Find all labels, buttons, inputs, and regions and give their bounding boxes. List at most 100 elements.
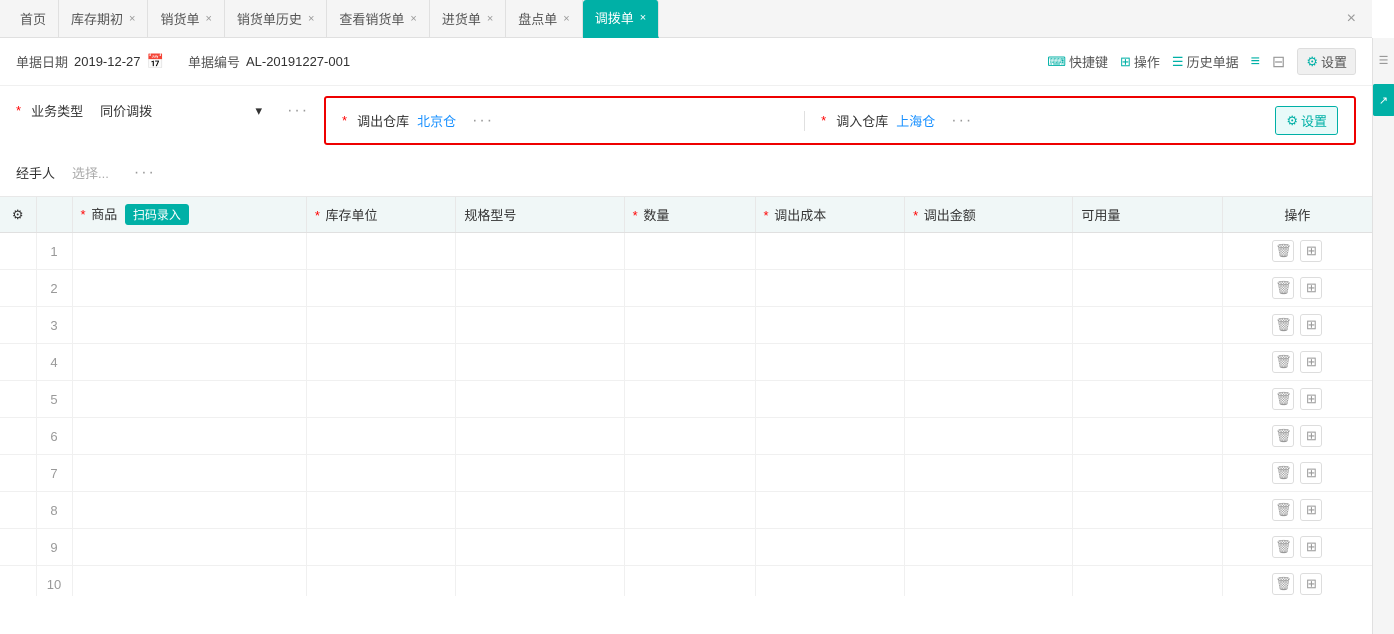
row-unit[interactable] <box>306 492 456 529</box>
row-delete-btn[interactable]: 🗑 <box>1272 240 1294 262</box>
row-spec[interactable] <box>456 529 624 566</box>
row-available[interactable] <box>1073 270 1223 307</box>
right-panel-list-btn[interactable]: ☰ <box>1374 46 1394 74</box>
row-amount[interactable] <box>905 344 1073 381</box>
row-cost[interactable] <box>755 233 905 270</box>
row-spec[interactable] <box>456 270 624 307</box>
row-qty[interactable] <box>624 566 755 597</box>
row-copy-btn[interactable]: ⊞ <box>1300 536 1322 558</box>
row-unit[interactable] <box>306 455 456 492</box>
row-delete-btn[interactable]: 🗑 <box>1272 277 1294 299</box>
scan-btn[interactable]: 扫码录入 <box>125 204 189 225</box>
row-product[interactable] <box>72 344 306 381</box>
row-copy-btn[interactable]: ⊞ <box>1300 425 1322 447</box>
settings-button[interactable]: ⚙ 设置 <box>1297 48 1356 75</box>
row-product[interactable] <box>72 233 306 270</box>
row-spec[interactable] <box>456 381 624 418</box>
row-product[interactable] <box>72 455 306 492</box>
row-product[interactable] <box>72 492 306 529</box>
row-qty[interactable] <box>624 418 755 455</box>
tab-view-sales-close[interactable]: × <box>410 13 416 25</box>
out-warehouse-more-btn[interactable]: ··· <box>472 112 494 130</box>
row-amount[interactable] <box>905 233 1073 270</box>
row-amount[interactable] <box>905 307 1073 344</box>
row-cost[interactable] <box>755 307 905 344</box>
row-spec[interactable] <box>456 344 624 381</box>
row-available[interactable] <box>1073 381 1223 418</box>
row-amount[interactable] <box>905 418 1073 455</box>
tab-purchase[interactable]: 进货单 × <box>430 0 506 38</box>
row-product[interactable] <box>72 270 306 307</box>
row-available[interactable] <box>1073 529 1223 566</box>
row-product[interactable] <box>72 418 306 455</box>
history-btn[interactable]: ☰ 历史单据 <box>1172 52 1239 71</box>
row-copy-btn[interactable]: ⊞ <box>1300 573 1322 595</box>
row-available[interactable] <box>1073 233 1223 270</box>
row-cost[interactable] <box>755 344 905 381</box>
right-panel-expand-btn[interactable]: ↗ <box>1373 84 1394 116</box>
row-unit[interactable] <box>306 233 456 270</box>
col-header-gear[interactable]: ⚙ <box>0 197 36 233</box>
row-cost[interactable] <box>755 270 905 307</box>
row-cost[interactable] <box>755 455 905 492</box>
row-qty[interactable] <box>624 270 755 307</box>
row-qty[interactable] <box>624 344 755 381</box>
row-copy-btn[interactable]: ⊞ <box>1300 277 1322 299</box>
row-delete-btn[interactable]: 🗑 <box>1272 499 1294 521</box>
warehouse-settings-button[interactable]: ⚙ 设置 <box>1275 106 1338 135</box>
row-product[interactable] <box>72 529 306 566</box>
row-delete-btn[interactable]: 🗑 <box>1272 314 1294 336</box>
window-close-button[interactable]: × <box>1339 10 1364 28</box>
row-delete-btn[interactable]: 🗑 <box>1272 536 1294 558</box>
row-available[interactable] <box>1073 307 1223 344</box>
row-product[interactable] <box>72 307 306 344</box>
tab-sales-history-close[interactable]: × <box>308 13 314 25</box>
row-cost[interactable] <box>755 492 905 529</box>
layout1-btn[interactable]: ≡ <box>1251 53 1260 71</box>
tab-view-sales[interactable]: 查看销货单 × <box>327 0 429 38</box>
tab-transfer[interactable]: 调拨单 × <box>583 0 659 38</box>
tab-sales[interactable]: 销货单 × <box>148 0 224 38</box>
row-available[interactable] <box>1073 344 1223 381</box>
in-warehouse-more-btn[interactable]: ··· <box>951 112 973 130</box>
row-spec[interactable] <box>456 492 624 529</box>
row-amount[interactable] <box>905 455 1073 492</box>
row-available[interactable] <box>1073 418 1223 455</box>
business-type-select[interactable]: 同价调拨 ▾ <box>91 96 271 125</box>
tab-inventory-init[interactable]: 库存期初 × <box>59 0 148 38</box>
row-spec[interactable] <box>456 233 624 270</box>
row-available[interactable] <box>1073 455 1223 492</box>
row-unit[interactable] <box>306 529 456 566</box>
tab-transfer-close[interactable]: × <box>640 12 646 24</box>
row-unit[interactable] <box>306 307 456 344</box>
row-unit[interactable] <box>306 270 456 307</box>
row-cost[interactable] <box>755 529 905 566</box>
tab-sales-history[interactable]: 销货单历史 × <box>225 0 327 38</box>
handler-select[interactable]: 选择... <box>63 159 118 186</box>
row-available[interactable] <box>1073 566 1223 597</box>
row-cost[interactable] <box>755 381 905 418</box>
row-spec[interactable] <box>456 455 624 492</box>
business-type-more-btn[interactable]: ··· <box>287 102 309 120</box>
row-spec[interactable] <box>456 307 624 344</box>
layout2-btn[interactable]: ⊟ <box>1272 52 1285 72</box>
row-amount[interactable] <box>905 381 1073 418</box>
row-spec[interactable] <box>456 418 624 455</box>
row-qty[interactable] <box>624 455 755 492</box>
tab-home[interactable]: 首页 <box>8 0 59 38</box>
row-product[interactable] <box>72 566 306 597</box>
row-unit[interactable] <box>306 566 456 597</box>
row-qty[interactable] <box>624 529 755 566</box>
row-copy-btn[interactable]: ⊞ <box>1300 351 1322 373</box>
operation-btn[interactable]: ⊞ 操作 <box>1120 52 1160 71</box>
row-delete-btn[interactable]: 🗑 <box>1272 462 1294 484</box>
tab-inventory-check[interactable]: 盘点单 × <box>506 0 582 38</box>
row-cost[interactable] <box>755 418 905 455</box>
row-delete-btn[interactable]: 🗑 <box>1272 388 1294 410</box>
row-copy-btn[interactable]: ⊞ <box>1300 499 1322 521</box>
tab-inventory-init-close[interactable]: × <box>129 13 135 25</box>
row-delete-btn[interactable]: 🗑 <box>1272 425 1294 447</box>
row-qty[interactable] <box>624 307 755 344</box>
row-delete-btn[interactable]: 🗑 <box>1272 573 1294 595</box>
row-delete-btn[interactable]: 🗑 <box>1272 351 1294 373</box>
